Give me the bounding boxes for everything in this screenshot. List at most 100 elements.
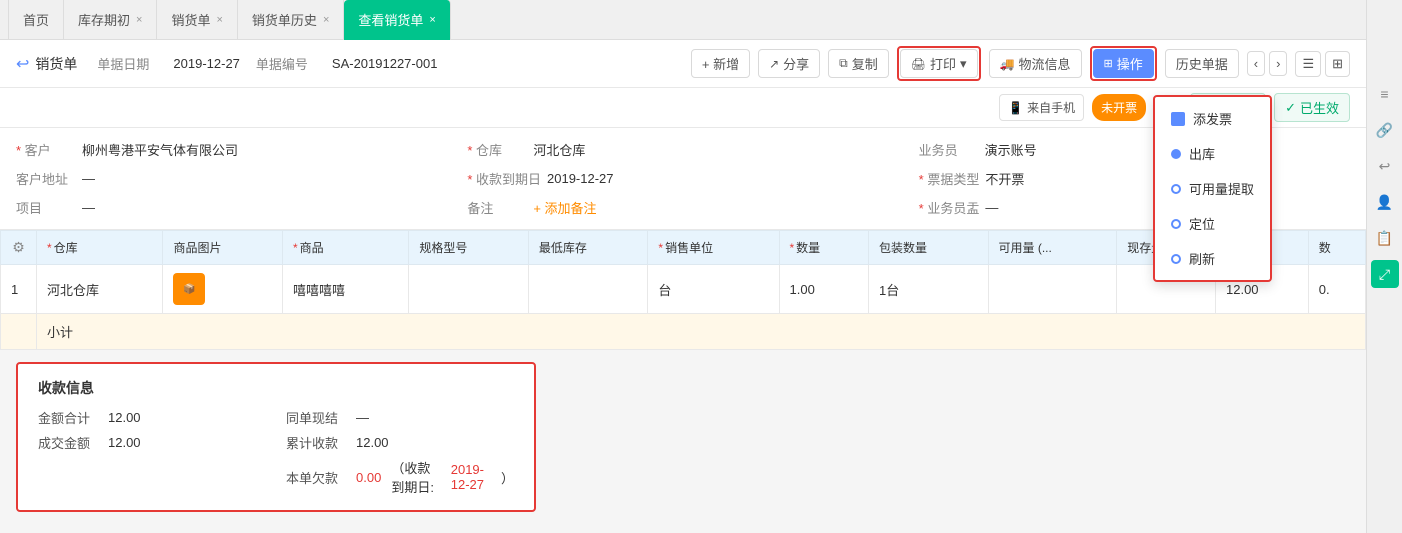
subtotal-label: 小计 <box>37 314 1366 350</box>
tab-sales[interactable]: 销货单 × <box>157 0 237 40</box>
payment-box: 收款信息 金额合计 12.00 同单现结 — 成交金额 12.00 累计收款 1… <box>16 362 536 512</box>
due-date-field: 收款到期日 2019-12-27 <box>467 169 898 188</box>
print-dropdown-arrow: ▾ <box>960 56 967 72</box>
dropdown-add-invoice[interactable]: 添发票 <box>1155 101 1270 136</box>
sidebar-icon-log[interactable]: 📋 <box>1371 224 1399 252</box>
refresh-icon <box>1171 254 1181 264</box>
right-sidebar: ≡ 🔗 ↩ 👤 📋 ⤢ <box>1366 0 1402 533</box>
outbound-icon <box>1171 149 1181 159</box>
payment-title: 收款信息 <box>38 378 514 398</box>
list-view-button[interactable]: ☰ <box>1295 51 1321 77</box>
tab-inventory[interactable]: 库存期初 × <box>64 0 157 40</box>
subtotal-empty <box>1 314 37 350</box>
operation-dropdown: 添发票 出库 可用量提取 定位 刷新 <box>1153 95 1272 282</box>
add-invoice-label: 添发票 <box>1193 109 1232 128</box>
cell-quantity: 1.00 <box>779 265 869 314</box>
col-quantity: *数量 <box>779 231 869 265</box>
dropdown-locate[interactable]: 定位 <box>1155 206 1270 241</box>
available-qty-icon <box>1171 184 1181 194</box>
refresh-label: 刷新 <box>1189 249 1215 268</box>
form-grid: 客户 柳州粤港平安气体有限公司 仓库 河北仓库 业务员 演示账号 客户地址 — … <box>16 140 1350 217</box>
locate-label: 定位 <box>1189 214 1215 233</box>
warehouse-field: 仓库 河北仓库 <box>467 140 898 159</box>
owed-note-end: ） <box>501 468 514 487</box>
cell-image: 📦 <box>163 265 283 314</box>
add-note-button[interactable]: 添加备注 <box>533 198 596 217</box>
logistics-icon: 🚚 <box>1000 57 1015 71</box>
locate-icon <box>1171 219 1181 229</box>
history-button[interactable]: 历史单据 <box>1165 49 1239 78</box>
next-button[interactable]: › <box>1269 51 1287 76</box>
tab-sales-history[interactable]: 销货单历史 × <box>238 0 344 40</box>
grid-view-button[interactable]: ⊞ <box>1325 51 1350 77</box>
address-value: — <box>82 171 95 186</box>
sidebar-icon-list[interactable]: ≡ <box>1371 80 1399 108</box>
salesperson-value: 演示账号 <box>985 140 1037 159</box>
dropdown-outbound[interactable]: 出库 <box>1155 136 1270 171</box>
cell-seq: 1 <box>1 265 37 314</box>
print-button[interactable]: 🖨 打印 ▾ <box>900 49 978 78</box>
doc-no-label: 单据编号 <box>256 54 316 73</box>
ticket-value: 不开票 <box>985 169 1024 188</box>
col-spec: 规格型号 <box>409 231 529 265</box>
ticket-label: 票据类型 <box>919 169 980 188</box>
col-num: 数 <box>1308 231 1365 265</box>
sidebar-icon-refresh[interactable]: ↩ <box>1371 152 1399 180</box>
sidebar-icon-expand[interactable]: ⤢ <box>1371 260 1399 288</box>
owed-due-date: 2019-12-27 <box>451 462 491 492</box>
tab-view-sales[interactable]: 查看销货单 × <box>344 0 450 40</box>
sidebar-icon-link[interactable]: 🔗 <box>1371 116 1399 144</box>
available-qty-label: 可用量提取 <box>1189 179 1254 198</box>
transaction-label: 成交金额 <box>38 433 98 452</box>
note-field: 备注 添加备注 <box>467 198 898 217</box>
salesperson-field: 业务员 演示账号 <box>919 140 1350 159</box>
share-button[interactable]: ↗ 分享 <box>758 49 820 78</box>
operation-button[interactable]: ⊞ 操作 <box>1093 49 1154 78</box>
owed-value: 0.00 <box>356 470 381 485</box>
due-date-value: 2019-12-27 <box>547 171 614 186</box>
doc-title: ↩ 销货单 <box>16 54 77 74</box>
tab-bar: 首页 库存期初 × 销货单 × 销货单历史 × 查看销货单 × × <box>0 0 1402 40</box>
salesperson2-value: — <box>985 200 998 215</box>
outbound-label: 出库 <box>1189 144 1215 163</box>
owed-note: （收款到期日: <box>391 458 440 496</box>
cell-num: 0. <box>1308 265 1365 314</box>
dropdown-refresh[interactable]: 刷新 <box>1155 241 1270 276</box>
prev-button[interactable]: ‹ <box>1247 51 1265 76</box>
amount-value: 12.00 <box>108 410 141 425</box>
transaction-row: 成交金额 12.00 <box>38 433 266 452</box>
tab-close-view-sales[interactable]: × <box>429 14 435 26</box>
doc-date-label: 单据日期 <box>97 54 157 73</box>
dropdown-available-qty[interactable]: 可用量提取 <box>1155 171 1270 206</box>
sidebar-icon-user[interactable]: 👤 <box>1371 188 1399 216</box>
owed-row <box>38 458 266 496</box>
copy-button[interactable]: ⧉ 复制 <box>828 49 889 78</box>
cell-spec <box>409 265 529 314</box>
doc-no-value: SA-20191227-001 <box>332 56 438 71</box>
ticket-field: 票据类型 不开票 <box>919 169 1350 188</box>
salesperson2-label: 业务员盂 <box>919 198 980 217</box>
logistics-button[interactable]: 🚚 物流信息 <box>989 49 1082 78</box>
doc-actions: + 新增 ↗ 分享 ⧉ 复制 🖨 打印 ▾ 🚚 物流信息 <box>691 46 1350 81</box>
owed-detail-row: 本单欠款 0.00 （收款到期日: 2019-12-27 ） <box>286 458 514 496</box>
effective-button[interactable]: ✓ 已生效 <box>1274 93 1350 122</box>
cell-warehouse: 河北仓库 <box>37 265 163 314</box>
from-phone-button[interactable]: 📱 来自手机 <box>999 94 1084 121</box>
same-order-value: — <box>356 410 369 425</box>
share-icon: ↗ <box>769 57 779 71</box>
same-order-row: 同单现结 — <box>286 408 514 427</box>
cell-pack-qty: 1台 <box>869 265 989 314</box>
settings-icon[interactable]: ⚙ <box>12 239 25 255</box>
tab-home[interactable]: 首页 <box>8 0 64 40</box>
salesperson-label: 业务员 <box>919 140 979 159</box>
tab-close-sales-history[interactable]: × <box>323 14 329 26</box>
cumulative-label: 累计收款 <box>286 433 346 452</box>
subtotal-row: 小计 <box>1 314 1366 350</box>
col-pack-qty: 包装数量 <box>869 231 989 265</box>
project-field: 项目 — <box>16 198 447 217</box>
tab-close-inventory[interactable]: × <box>136 14 142 26</box>
tab-close-sales[interactable]: × <box>216 14 222 26</box>
add-button[interactable]: + 新增 <box>691 49 750 78</box>
not-opened-button[interactable]: 未开票 <box>1092 94 1146 121</box>
amount-row: 金额合计 12.00 <box>38 408 266 427</box>
